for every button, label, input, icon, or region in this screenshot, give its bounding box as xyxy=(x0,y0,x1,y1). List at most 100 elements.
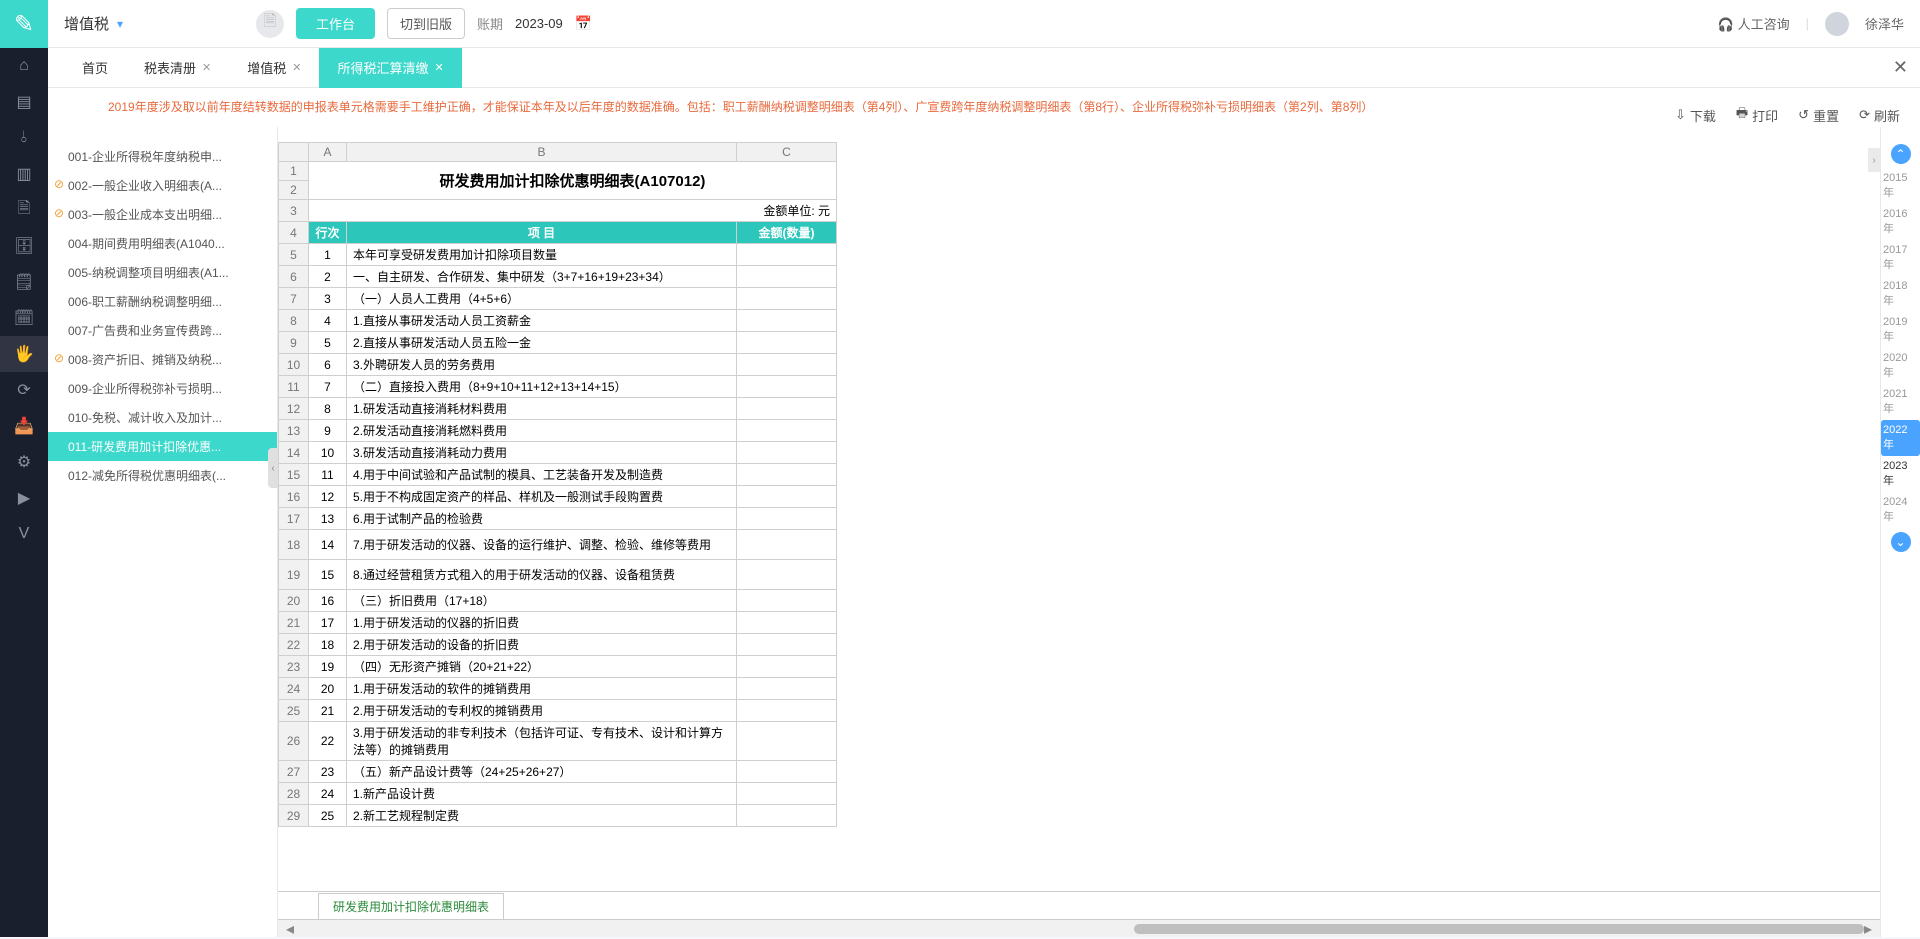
cell-item[interactable]: （二）直接投入费用（8+9+10+11+12+13+14+15） xyxy=(347,376,737,398)
form-item[interactable]: 005-纳税调整项目明细表(A1... xyxy=(48,258,277,287)
cell-amount[interactable] xyxy=(737,678,837,700)
form-item[interactable]: 010-免税、减计收入及加计... xyxy=(48,403,277,432)
form-item[interactable]: 002-一般企业收入明细表(A... xyxy=(48,171,277,200)
year-2015年[interactable]: 2015年 xyxy=(1881,168,1920,204)
calendar-icon[interactable]: 📅 xyxy=(575,15,592,32)
cell-line[interactable]: 18 xyxy=(309,634,347,656)
cell-item[interactable]: 6.用于试制产品的检验费 xyxy=(347,508,737,530)
year-2020年[interactable]: 2020年 xyxy=(1881,348,1920,384)
nav-form-icon[interactable]: 🗒 xyxy=(0,264,48,300)
nav-report-icon[interactable]: ▤ xyxy=(0,84,48,120)
cell-line[interactable]: 15 xyxy=(309,560,347,590)
cell-item[interactable]: 3.用于研发活动的非专利技术（包括许可证、专有技术、设计和计算方法等）的摊销费用 xyxy=(347,722,737,761)
cell-line[interactable]: 13 xyxy=(309,508,347,530)
cell-amount[interactable] xyxy=(737,288,837,310)
cell-item[interactable]: 1.研发活动直接消耗材料费用 xyxy=(347,398,737,420)
consult-link[interactable]: 🎧 人工咨询 xyxy=(1718,14,1790,33)
sheet-tab[interactable]: 研发费用加计扣除优惠明细表 xyxy=(318,893,504,919)
cell-item[interactable]: 2.用于研发活动的专利权的摊销费用 xyxy=(347,700,737,722)
col-header-b[interactable]: B xyxy=(347,143,737,162)
form-item[interactable]: 003-一般企业成本支出明细... xyxy=(48,200,277,229)
nav-data-icon[interactable]: 🗄 xyxy=(0,228,48,264)
cell-item[interactable]: 3.外聘研发人员的劳务费用 xyxy=(347,354,737,376)
cell-line[interactable]: 24 xyxy=(309,783,347,805)
cell-line[interactable]: 25 xyxy=(309,805,347,827)
cell-line[interactable]: 7 xyxy=(309,376,347,398)
avatar[interactable] xyxy=(1825,12,1849,36)
cell-line[interactable]: 23 xyxy=(309,761,347,783)
col-header-c[interactable]: C xyxy=(737,143,837,162)
spreadsheet[interactable]: A B C 1 研发费用加计扣除优惠明细表(A107012) 2 3 金额单位:… xyxy=(278,142,837,827)
switch-old-button[interactable]: 切到旧版 xyxy=(387,8,465,39)
cell-amount[interactable] xyxy=(737,612,837,634)
nav-tax-icon[interactable]: 🖐 xyxy=(0,336,48,372)
tax-type-select[interactable]: 增值税 ▾ xyxy=(64,13,244,34)
year-2017年[interactable]: 2017年 xyxy=(1881,240,1920,276)
cell-line[interactable]: 2 xyxy=(309,266,347,288)
chevron-down-icon[interactable]: ▾ xyxy=(117,17,123,31)
cell-item[interactable]: 1.用于研发活动的仪器的折旧费 xyxy=(347,612,737,634)
cell-line[interactable]: 10 xyxy=(309,442,347,464)
year-2018年[interactable]: 2018年 xyxy=(1881,276,1920,312)
cell-item[interactable]: 8.通过经营租赁方式租入的用于研发活动的仪器、设备租赁费 xyxy=(347,560,737,590)
collapse-panel-handle[interactable]: ‹ xyxy=(268,448,278,488)
horizontal-scrollbar[interactable]: ◂ ▸ xyxy=(278,919,1880,937)
year-scroll-up[interactable]: ⌃ xyxy=(1891,144,1911,164)
cell-amount[interactable] xyxy=(737,530,837,560)
form-item[interactable]: 004-期间费用明细表(A1040... xyxy=(48,229,277,258)
cell-line[interactable]: 20 xyxy=(309,678,347,700)
nav-bag-icon[interactable]: ▥ xyxy=(0,156,48,192)
year-2021年[interactable]: 2021年 xyxy=(1881,384,1920,420)
cell-line[interactable]: 1 xyxy=(309,244,347,266)
cell-item[interactable]: 一、自主研发、合作研发、集中研发（3+7+16+19+23+34） xyxy=(347,266,737,288)
cell-amount[interactable] xyxy=(737,244,837,266)
refresh-button[interactable]: ⟳ 刷新 xyxy=(1859,104,1900,126)
cell-item[interactable]: （一）人员人工费用（4+5+6） xyxy=(347,288,737,310)
cell-amount[interactable] xyxy=(737,486,837,508)
nav-home-icon[interactable]: ⌂ xyxy=(0,48,48,84)
cell-line[interactable]: 9 xyxy=(309,420,347,442)
nav-settings-icon[interactable]: ⚙ xyxy=(0,444,48,480)
form-item[interactable]: 012-减免所得税优惠明细表(... xyxy=(48,461,277,490)
year-2024年[interactable]: 2024年 xyxy=(1881,492,1920,528)
tab-增值税[interactable]: 增值税✕ xyxy=(229,48,319,88)
cell-amount[interactable] xyxy=(737,420,837,442)
cell-item[interactable]: 5.用于不构成固定资产的样品、样机及一般测试手段购置费 xyxy=(347,486,737,508)
form-item[interactable]: 001-企业所得税年度纳税申... xyxy=(48,142,277,171)
cell-amount[interactable] xyxy=(737,805,837,827)
cell-line[interactable]: 22 xyxy=(309,722,347,761)
cell-item[interactable]: 2.用于研发活动的设备的折旧费 xyxy=(347,634,737,656)
form-item[interactable]: 008-资产折旧、摊销及纳税... xyxy=(48,345,277,374)
cell-amount[interactable] xyxy=(737,508,837,530)
cell-line[interactable]: 11 xyxy=(309,464,347,486)
cell-amount[interactable] xyxy=(737,656,837,678)
cell-item[interactable]: 4.用于中间试验和产品试制的模具、工艺装备开发及制造费 xyxy=(347,464,737,486)
nav-doc-icon[interactable]: 🗎 xyxy=(0,192,48,228)
cell-amount[interactable] xyxy=(737,266,837,288)
cell-line[interactable]: 3 xyxy=(309,288,347,310)
cell-amount[interactable] xyxy=(737,464,837,486)
year-2023年[interactable]: 2023年 xyxy=(1881,456,1920,492)
cell-item[interactable]: 1.用于研发活动的软件的摊销费用 xyxy=(347,678,737,700)
workspace-button[interactable]: 工作台 xyxy=(296,8,375,39)
cell-line[interactable]: 21 xyxy=(309,700,347,722)
cell-item[interactable]: （三）折旧费用（17+18） xyxy=(347,590,737,612)
form-item[interactable]: 007-广告费和业务宣传费跨... xyxy=(48,316,277,345)
cell-amount[interactable] xyxy=(737,310,837,332)
cell-item[interactable]: 1.直接从事研发活动人员工资薪金 xyxy=(347,310,737,332)
cell-line[interactable]: 14 xyxy=(309,530,347,560)
close-icon[interactable]: ✕ xyxy=(202,61,211,74)
corner-cell[interactable] xyxy=(279,143,309,162)
nav-sync-icon[interactable]: ⟳ xyxy=(0,372,48,408)
cell-line[interactable]: 8 xyxy=(309,398,347,420)
cell-line[interactable]: 4 xyxy=(309,310,347,332)
cell-item[interactable]: 2.新工艺规程制定费 xyxy=(347,805,737,827)
cell-amount[interactable] xyxy=(737,354,837,376)
cell-amount[interactable] xyxy=(737,700,837,722)
cell-item[interactable]: 本年可享受研发费用加计扣除项目数量 xyxy=(347,244,737,266)
cell-amount[interactable] xyxy=(737,634,837,656)
year-2019年[interactable]: 2019年 xyxy=(1881,312,1920,348)
year-scroll-down[interactable]: ⌄ xyxy=(1891,532,1911,552)
tab-首页[interactable]: 首页 xyxy=(64,48,126,88)
close-icon[interactable]: ✕ xyxy=(292,61,301,74)
